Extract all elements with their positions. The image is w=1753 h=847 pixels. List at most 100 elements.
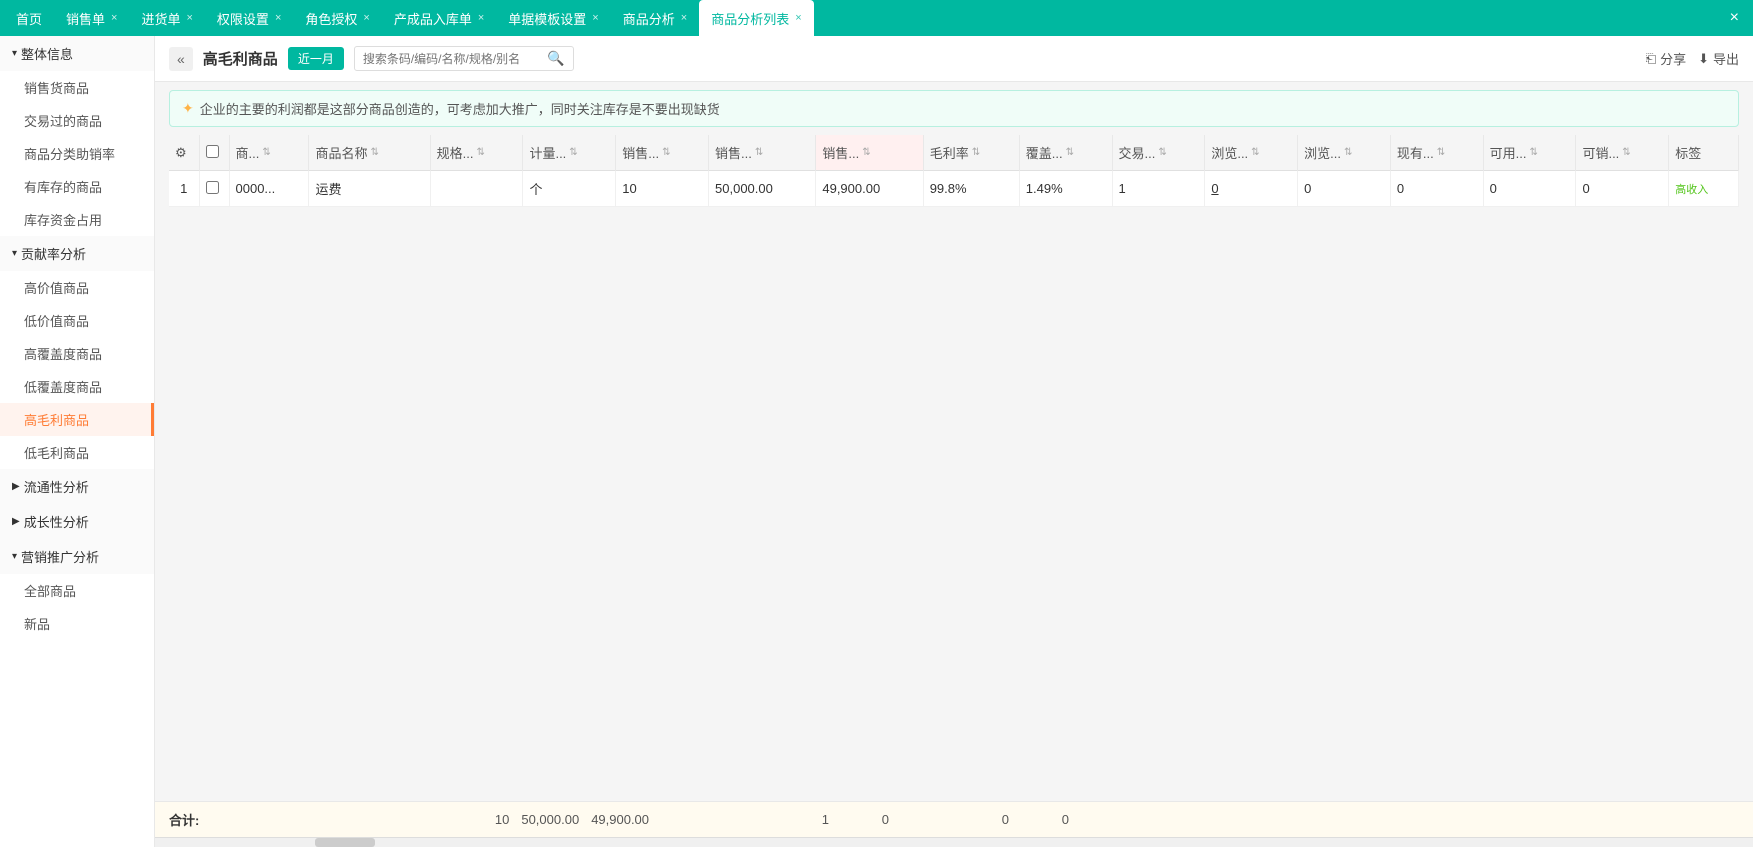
tab-template-close[interactable]: ×	[592, 12, 598, 24]
col-stock-qty: 现有...⇅	[1390, 135, 1483, 171]
footer-views: 0	[835, 812, 895, 827]
settings-icon[interactable]: ⚙	[175, 145, 187, 160]
sidebar-item-low-value[interactable]: 低价值商品	[0, 304, 154, 337]
sort-icon-sales-profit[interactable]: ⇅	[862, 147, 870, 158]
row-checkbox[interactable]	[206, 181, 219, 194]
sort-icon-sales-amount[interactable]: ⇅	[755, 147, 763, 158]
share-button[interactable]: ⎗ 分享	[1646, 49, 1686, 68]
footer-cell-empty4	[395, 812, 455, 827]
sort-icon-name[interactable]: ⇅	[370, 147, 378, 158]
tab-sales-order[interactable]: 销售单 ×	[54, 0, 129, 36]
tab-product-analysis-list[interactable]: 商品分析列表 ×	[699, 0, 813, 36]
bottom-scrollbar[interactable]	[155, 837, 1753, 847]
sort-icon-gross-rate[interactable]: ⇅	[972, 147, 980, 158]
content-header: « 高毛利商品 近一月 🔍 ⎗ 分享 ⬇ 导出	[155, 36, 1753, 82]
views1-link[interactable]: 0	[1211, 181, 1218, 196]
sort-icon-stock-qty[interactable]: ⇅	[1437, 147, 1445, 158]
cell-sales-profit: 49,900.00	[816, 171, 923, 207]
col-unit: 计量...⇅	[523, 135, 616, 171]
table-container[interactable]: ⚙ 商...⇅ 商品名称⇅ 规格...⇅	[169, 135, 1739, 801]
export-icon: ⬇	[1698, 51, 1709, 67]
sort-icon-coverage[interactable]: ⇅	[1066, 147, 1074, 158]
search-input[interactable]	[363, 52, 548, 66]
sidebar-item-stock-capital[interactable]: 库存资金占用	[0, 203, 154, 236]
sidebar-item-low-coverage[interactable]: 低覆盖度商品	[0, 370, 154, 403]
footer-sales-amount: 50,000.00	[515, 812, 585, 827]
tab-product-analysis-list-close[interactable]: ×	[795, 12, 801, 24]
sidebar-item-high-margin[interactable]: 高毛利商品	[0, 403, 154, 436]
tab-product-analysis-close[interactable]: ×	[681, 12, 687, 24]
tab-product-inbound-close[interactable]: ×	[478, 12, 484, 24]
cell-index: 1	[169, 171, 199, 207]
tab-role[interactable]: 角色授权 ×	[293, 0, 381, 36]
info-icon: ✦	[182, 100, 194, 117]
col-available: 可用...⇅	[1483, 135, 1576, 171]
footer-cell-empty1	[215, 812, 275, 827]
export-button[interactable]: ⬇ 导出	[1698, 49, 1739, 68]
cell-sales-amount: 50,000.00	[709, 171, 816, 207]
select-all-checkbox[interactable]	[206, 145, 219, 158]
sidebar-item-category-rate[interactable]: 商品分类助销率	[0, 137, 154, 170]
table-row: 1 0000... 运费 个 10 50,000.00 49,900.00 99…	[169, 171, 1739, 207]
tab-product-inbound[interactable]: 产成品入库单 ×	[382, 0, 496, 36]
col-checkbox[interactable]	[199, 135, 229, 171]
sort-icon-sales-qty[interactable]: ⇅	[662, 147, 670, 158]
sort-icon-unit[interactable]: ⇅	[569, 147, 577, 158]
col-spec: 规格...⇅	[430, 135, 523, 171]
sort-icon-views2[interactable]: ⇅	[1344, 147, 1352, 158]
cell-checkbox[interactable]	[199, 171, 229, 207]
cell-saleable: 0	[1576, 171, 1669, 207]
col-settings[interactable]: ⚙	[169, 135, 199, 171]
col-sales-profit: 销售...⇅	[816, 135, 923, 171]
period-button[interactable]: 近一月	[288, 47, 344, 70]
sort-icon-code[interactable]: ⇅	[262, 147, 270, 158]
cell-name: 运费	[309, 171, 430, 207]
arrow-marketing: ▾	[12, 551, 17, 562]
main-layout: ▾ 整体信息 销售货商品 交易过的商品 商品分类助销率 有库存的商品 库存资金占…	[0, 36, 1753, 847]
footer-sales-qty: 10	[455, 812, 515, 827]
sidebar-item-high-coverage[interactable]: 高覆盖度商品	[0, 337, 154, 370]
sidebar-item-all-goods[interactable]: 全部商品	[0, 574, 154, 607]
sidebar-collapse-button[interactable]: «	[169, 47, 193, 71]
sort-icon-views1[interactable]: ⇅	[1251, 147, 1259, 158]
col-transactions: 交易...⇅	[1112, 135, 1205, 171]
cell-views1[interactable]: 0	[1205, 171, 1298, 207]
arrow-growth: ▶	[12, 516, 20, 527]
scrollbar-thumb[interactable]	[315, 838, 375, 847]
cell-transactions: 1	[1112, 171, 1205, 207]
tab-template[interactable]: 单据模板设置 ×	[496, 0, 610, 36]
sidebar-group-growth[interactable]: ▶ 成长性分析	[0, 504, 154, 539]
tab-sales-order-close[interactable]: ×	[111, 12, 117, 24]
footer-label: 合计:	[169, 810, 199, 829]
sidebar-item-high-value[interactable]: 高价值商品	[0, 271, 154, 304]
tab-permission[interactable]: 权限设置 ×	[205, 0, 293, 36]
sidebar-group-liquidity[interactable]: ▶ 流通性分析	[0, 469, 154, 504]
sidebar-group-contribution[interactable]: ▾ 贡献率分析	[0, 236, 154, 271]
col-sales-qty: 销售...⇅	[616, 135, 709, 171]
search-icon[interactable]: 🔍	[547, 50, 564, 67]
tab-role-close[interactable]: ×	[363, 12, 369, 24]
col-name: 商品名称⇅	[309, 135, 430, 171]
info-banner: ✦ 企业的主要的利润都是这部分商品创造的，可考虑加大推广，同时关注库存是不要出现…	[169, 90, 1739, 127]
footer-sales-profit: 49,900.00	[585, 812, 655, 827]
sidebar-group-overall[interactable]: ▾ 整体信息	[0, 36, 154, 71]
sidebar-item-low-margin[interactable]: 低毛利商品	[0, 436, 154, 469]
tab-home[interactable]: 首页	[4, 0, 54, 36]
tab-purchase[interactable]: 进货单 ×	[129, 0, 204, 36]
sidebar-item-new-goods[interactable]: 新品	[0, 607, 154, 640]
sort-icon-spec[interactable]: ⇅	[477, 147, 485, 158]
sidebar-group-marketing[interactable]: ▾ 营销推广分析	[0, 539, 154, 574]
tab-permission-close[interactable]: ×	[275, 12, 281, 24]
sort-icon-saleable[interactable]: ⇅	[1622, 147, 1630, 158]
tab-purchase-close[interactable]: ×	[186, 12, 192, 24]
sidebar-item-traded-goods[interactable]: 交易过的商品	[0, 104, 154, 137]
cell-coverage: 1.49%	[1019, 171, 1112, 207]
footer-empty-gross	[655, 812, 715, 827]
sidebar-item-in-stock[interactable]: 有库存的商品	[0, 170, 154, 203]
sort-icon-available[interactable]: ⇅	[1530, 147, 1538, 158]
sort-icon-transactions[interactable]: ⇅	[1158, 147, 1166, 158]
window-close-button[interactable]: ×	[1720, 9, 1749, 27]
tab-product-analysis[interactable]: 商品分析 ×	[611, 0, 699, 36]
sidebar-item-sales-goods[interactable]: 销售货商品	[0, 71, 154, 104]
col-coverage: 覆盖...⇅	[1019, 135, 1112, 171]
